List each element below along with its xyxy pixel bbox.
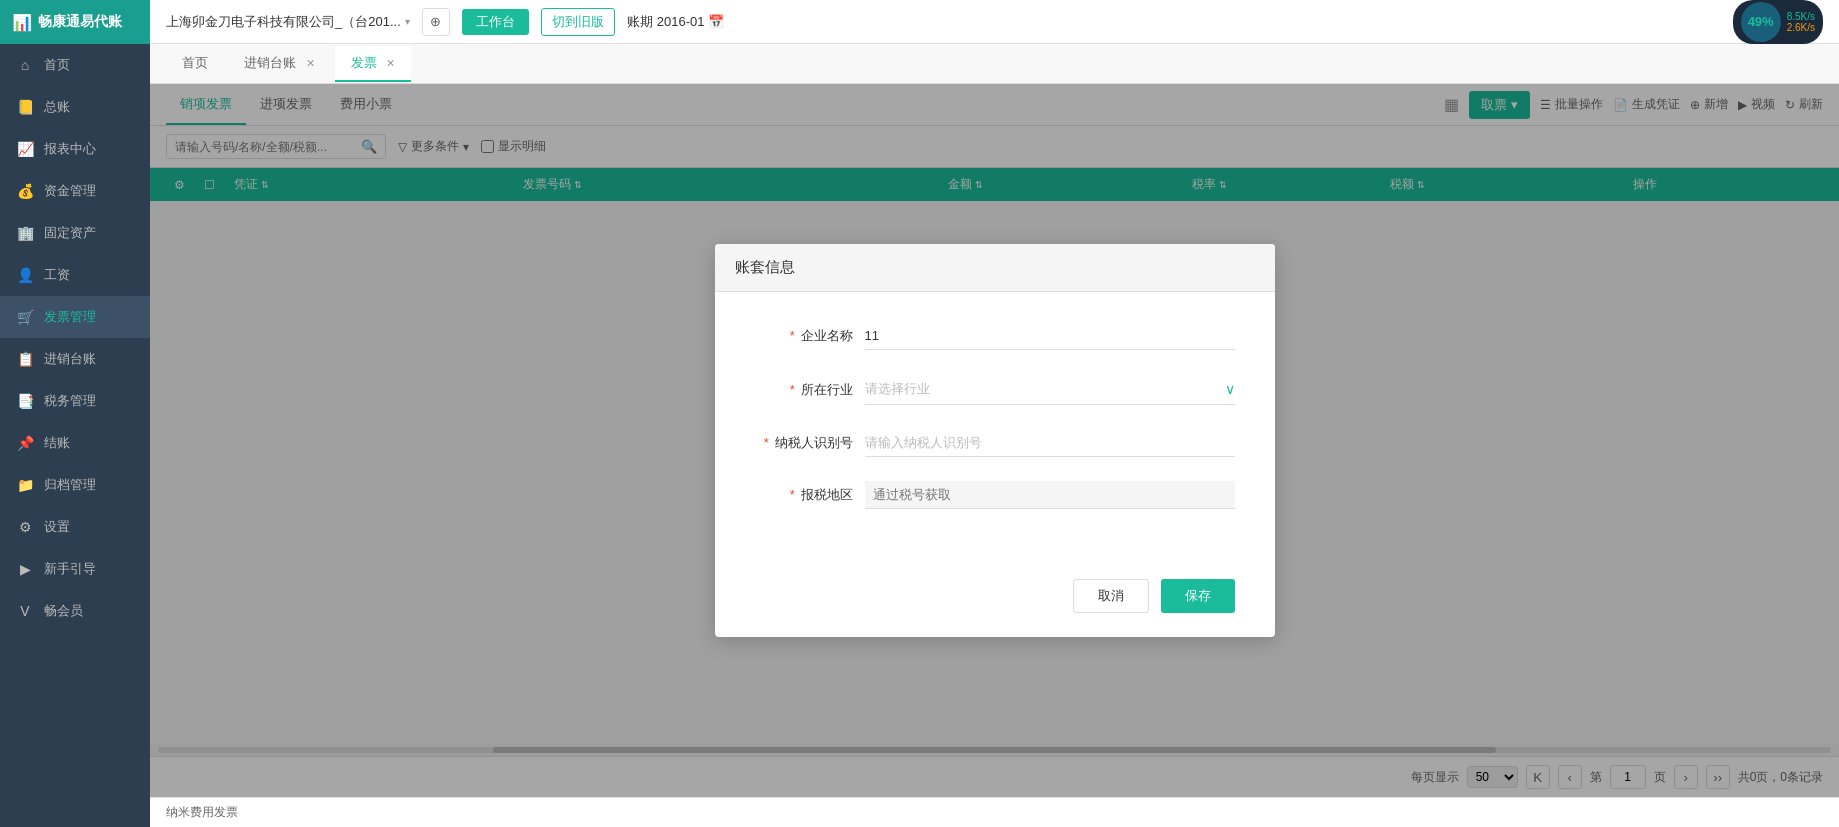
company-name: 上海卯金刀电子科技有限公司_（台201... <box>166 13 401 31</box>
sidebar-icon-assets: 🏢 <box>16 225 34 241</box>
sidebar-item-tax[interactable]: 📑 税务管理 <box>0 380 150 422</box>
save-button[interactable]: 保存 <box>1161 579 1235 613</box>
sidebar-label-invoice: 发票管理 <box>44 308 96 326</box>
network-percent: 49% <box>1741 2 1781 42</box>
header: 上海卯金刀电子科技有限公司_（台201... ▾ ⊕ 工作台 切到旧版 账期 2… <box>150 0 1839 44</box>
bottom-bar: 纳米费用发票 <box>150 797 1839 827</box>
sidebar-item-invoice[interactable]: 🛒 发票管理 <box>0 296 150 338</box>
sidebar-item-archive[interactable]: 📁 归档管理 <box>0 464 150 506</box>
input-tax-id[interactable] <box>865 429 1235 457</box>
industry-dropdown-icon[interactable]: ∨ <box>1225 381 1235 397</box>
sidebar-label-guide: 新手引导 <box>44 560 96 578</box>
tab-purchase-label: 进销台账 <box>244 55 296 70</box>
sidebar: 📊 畅康通易代账 ⌂ 首页 📒 总账 📈 报表中心 💰 资金管理 🏢 固定资产 … <box>0 0 150 827</box>
upload-speed: 8.5K/s <box>1787 11 1815 22</box>
sidebar-item-home[interactable]: ⌂ 首页 <box>0 44 150 86</box>
period-label: 账期 <box>627 13 653 31</box>
sidebar-icon-archive: 📁 <box>16 477 34 493</box>
sidebar-item-settings[interactable]: ⚙ 设置 <box>0 506 150 548</box>
form-row-tax-region: * 报税地区 <box>755 481 1235 509</box>
workbench-button[interactable]: 工作台 <box>462 9 529 35</box>
sidebar-item-member[interactable]: V 畅会员 <box>0 590 150 632</box>
sidebar-item-assets[interactable]: 🏢 固定资产 <box>0 212 150 254</box>
app-name: 畅康通易代账 <box>38 13 122 31</box>
period-value: 2016-01 <box>657 14 705 29</box>
label-tax-id: * 纳税人识别号 <box>755 434 865 452</box>
sidebar-label-home: 首页 <box>44 56 70 74</box>
calendar-icon[interactable]: 📅 <box>708 14 724 29</box>
cancel-button[interactable]: 取消 <box>1073 579 1149 613</box>
sidebar-label-settings: 设置 <box>44 518 70 536</box>
network-status: 49% 8.5K/s 2.6K/s <box>1733 0 1823 44</box>
sidebar-item-guide[interactable]: ▶ 新手引导 <box>0 548 150 590</box>
app-logo: 📊 畅康通易代账 <box>0 0 150 44</box>
sidebar-label-finance: 资金管理 <box>44 182 96 200</box>
download-speed: 2.6K/s <box>1787 22 1815 33</box>
bottom-text: 纳米费用发票 <box>166 804 238 821</box>
copy-icon[interactable]: ⊕ <box>422 8 450 36</box>
dialog-account-info: 账套信息 * 企业名称 * 所在行业 <box>715 244 1275 637</box>
old-version-button[interactable]: 切到旧版 <box>541 8 615 36</box>
label-industry: * 所在行业 <box>755 381 865 399</box>
sidebar-label-tax: 税务管理 <box>44 392 96 410</box>
sidebar-icon-payroll: 👤 <box>16 267 34 283</box>
label-tax-region: * 报税地区 <box>755 486 865 504</box>
sidebar-icon-finance: 💰 <box>16 183 34 199</box>
sidebar-label-ledger: 总账 <box>44 98 70 116</box>
tab-purchase[interactable]: 进销台账 ✕ <box>228 46 331 82</box>
sidebar-item-ledger[interactable]: 📒 总账 <box>0 86 150 128</box>
industry-placeholder: 请选择行业 <box>865 380 1225 398</box>
tab-purchase-close[interactable]: ✕ <box>306 57 315 69</box>
sidebar-icon-member: V <box>16 603 34 619</box>
sidebar-icon-invoice: 🛒 <box>16 309 34 325</box>
period-info: 账期 2016-01 📅 <box>627 13 725 31</box>
tab-home[interactable]: 首页 <box>166 46 224 82</box>
sidebar-icon-home: ⌂ <box>16 57 34 73</box>
company-dropdown-icon: ▾ <box>405 16 410 27</box>
sidebar-icon-guide: ▶ <box>16 561 34 577</box>
sidebar-icon-ledger: 📒 <box>16 99 34 115</box>
sidebar-label-closing: 结账 <box>44 434 70 452</box>
form-row-company: * 企业名称 <box>755 322 1235 350</box>
sidebar-item-payroll[interactable]: 👤 工资 <box>0 254 150 296</box>
logo-icon: 📊 <box>12 13 32 32</box>
modal-overlay: 账套信息 * 企业名称 * 所在行业 <box>150 84 1839 797</box>
sidebar-icon-settings: ⚙ <box>16 519 34 535</box>
select-industry[interactable]: 请选择行业 ∨ <box>865 374 1235 405</box>
tab-home-label: 首页 <box>182 55 208 70</box>
tab-invoice[interactable]: 发票 ✕ <box>335 46 412 82</box>
sidebar-label-reports: 报表中心 <box>44 140 96 158</box>
form-row-tax-id: * 纳税人识别号 <box>755 429 1235 457</box>
sidebar-item-finance[interactable]: 💰 资金管理 <box>0 170 150 212</box>
sidebar-label-archive: 归档管理 <box>44 476 96 494</box>
sidebar-nav: ⌂ 首页 📒 总账 📈 报表中心 💰 资金管理 🏢 固定资产 👤 工资 🛒 发票… <box>0 44 150 632</box>
form-row-industry: * 所在行业 请选择行业 ∨ <box>755 374 1235 405</box>
sidebar-icon-tax: 📑 <box>16 393 34 409</box>
sidebar-icon-reports: 📈 <box>16 141 34 157</box>
sidebar-item-closing[interactable]: 📌 结账 <box>0 422 150 464</box>
sidebar-icon-closing: 📌 <box>16 435 34 451</box>
dialog-title: 账套信息 <box>715 244 1275 292</box>
sidebar-item-purchase[interactable]: 📋 进销台账 <box>0 338 150 380</box>
input-tax-region <box>865 481 1235 509</box>
tab-invoice-close[interactable]: ✕ <box>386 57 395 69</box>
main-area: 上海卯金刀电子科技有限公司_（台201... ▾ ⊕ 工作台 切到旧版 账期 2… <box>150 0 1839 827</box>
dialog-footer: 取消 保存 <box>715 563 1275 637</box>
sidebar-icon-purchase: 📋 <box>16 351 34 367</box>
input-company-name[interactable] <box>865 322 1235 350</box>
dialog-body: * 企业名称 * 所在行业 请选择行业 ∨ <box>715 292 1275 563</box>
tab-invoice-label: 发票 <box>351 55 377 70</box>
sidebar-item-reports[interactable]: 📈 报表中心 <box>0 128 150 170</box>
company-selector[interactable]: 上海卯金刀电子科技有限公司_（台201... ▾ <box>166 13 410 31</box>
sidebar-label-assets: 固定资产 <box>44 224 96 242</box>
network-speeds: 8.5K/s 2.6K/s <box>1787 11 1815 33</box>
sidebar-label-purchase: 进销台账 <box>44 350 96 368</box>
label-company: * 企业名称 <box>755 327 865 345</box>
sidebar-label-payroll: 工资 <box>44 266 70 284</box>
tab-bar: 首页 进销台账 ✕ 发票 ✕ <box>150 44 1839 84</box>
sidebar-label-member: 畅会员 <box>44 602 83 620</box>
